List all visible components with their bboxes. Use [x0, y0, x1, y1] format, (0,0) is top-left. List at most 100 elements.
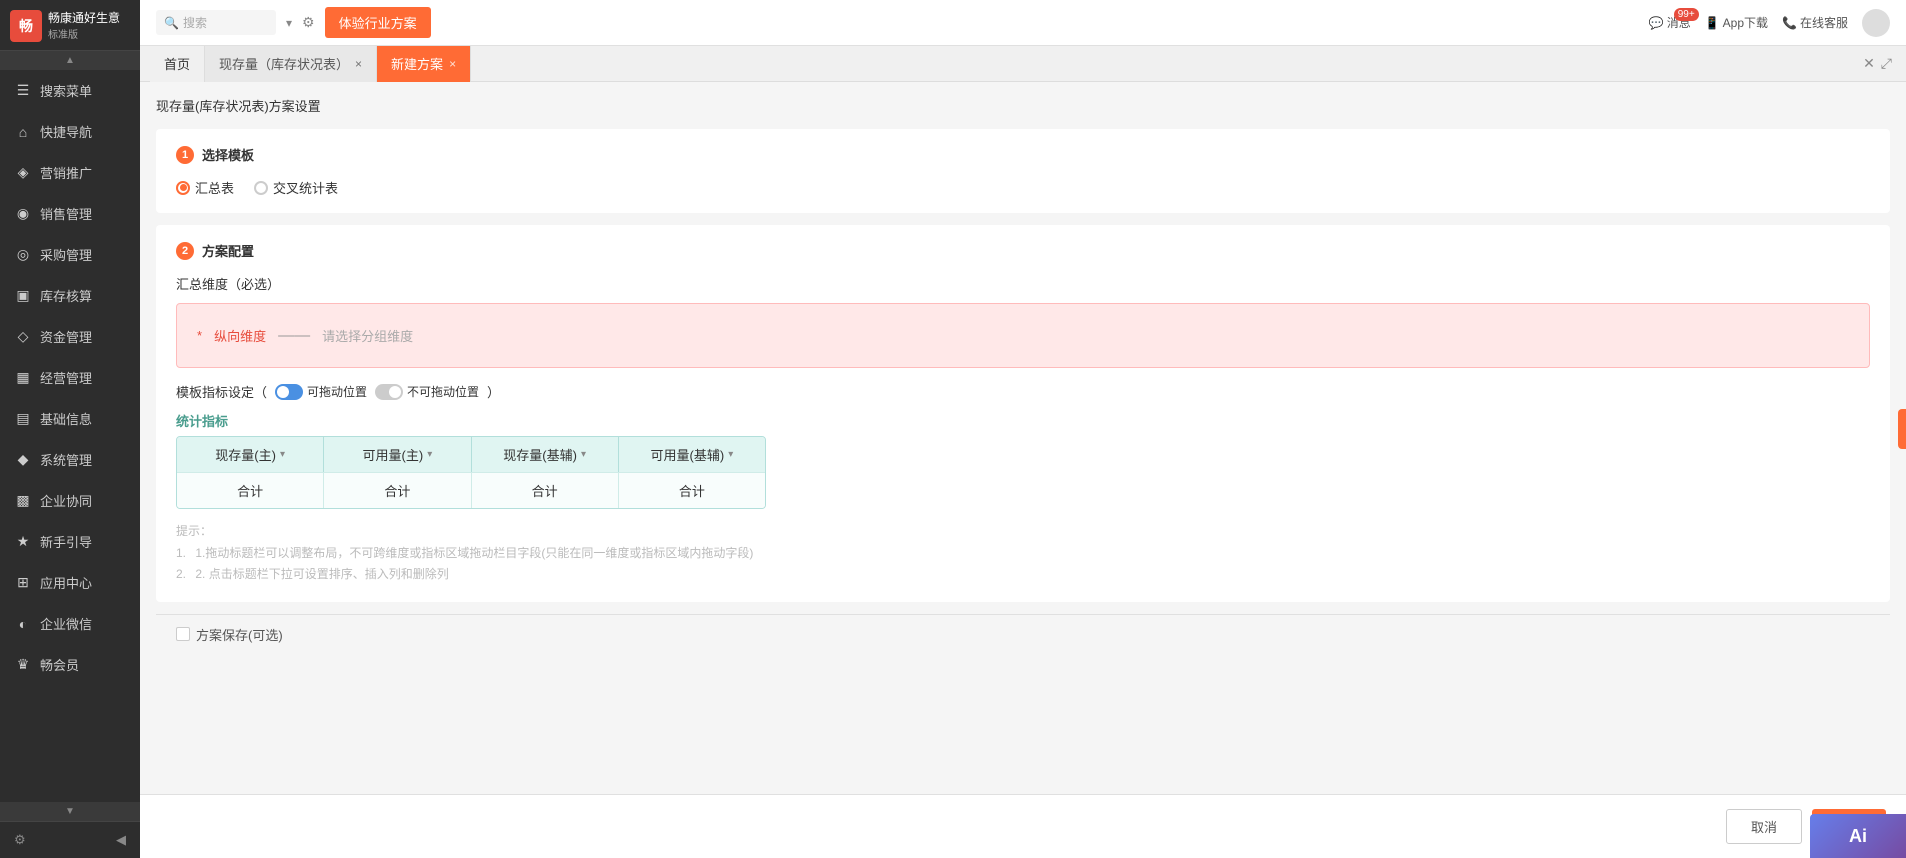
topbar-gear-icon[interactable]: ⚙ [302, 14, 315, 31]
sidebar-item-label: 基础信息 [40, 409, 92, 428]
col-header-0[interactable]: 现存量(主) ▾ [177, 437, 324, 472]
sidebar-item-label: 资金管理 [40, 327, 92, 346]
sidebar-item-label: 库存核算 [40, 286, 92, 305]
tab-home-label: 首页 [164, 54, 190, 73]
settings-icon[interactable]: ⚙ [14, 832, 26, 848]
service-icon: 📞 [1782, 16, 1797, 30]
col-chevron-1: ▾ [427, 449, 432, 460]
topbar-right: 💬 消息 99+ 📱 App下载 📞 在线客服 [1649, 9, 1890, 37]
sidebar-scroll-up[interactable]: ▲ [0, 51, 140, 70]
sidebar-item-member[interactable]: ♛ 畅会员 [0, 644, 140, 685]
dimension-selector-box[interactable]: * 纵向维度 —— 请选择分组维度 [176, 303, 1870, 368]
indicator-setting-label: 模板指标设定（ [176, 382, 267, 401]
section1-number: 1 [176, 146, 194, 164]
sidebar-item-operations[interactable]: ▦ 经营管理 [0, 357, 140, 398]
tab-new-plan-close[interactable]: × [449, 57, 456, 71]
sidebar-scroll-down[interactable]: ▼ [0, 802, 140, 821]
sidebar-item-inventory[interactable]: ▣ 库存核算 [0, 275, 140, 316]
stats-table: 现存量(主) ▾ 可用量(主) ▾ 现存量(基辅) ▾ 可用量(基辅) [176, 436, 766, 509]
download-icon: 📱 [1705, 16, 1720, 30]
sidebar-item-label: 经营管理 [40, 368, 92, 387]
messages-button[interactable]: 💬 消息 99+ [1649, 14, 1691, 31]
sidebar-footer: ⚙ ◀ [0, 821, 140, 858]
expand-window-icon[interactable]: ⤢ [1881, 55, 1892, 72]
sidebar-item-sales[interactable]: ◉ 销售管理 [0, 193, 140, 234]
sidebar-item-system[interactable]: ◆ 系统管理 [0, 439, 140, 480]
hints-section: 提示： 1. 1.拖动标题栏可以调整布局，不可跨维度或指标区域拖动栏目字段(只能… [176, 521, 1870, 586]
col-header-2[interactable]: 现存量(基辅) ▾ [472, 437, 619, 472]
col-label-0: 现存量(主) [215, 445, 276, 464]
industry-plan-button[interactable]: 体验行业方案 [325, 7, 431, 38]
sidebar-item-collab[interactable]: ▩ 企业协同 [0, 480, 140, 521]
sidebar-item-purchase[interactable]: ◎ 采购管理 [0, 234, 140, 275]
toggle-draggable[interactable]: 可拖动位置 [275, 383, 367, 400]
sidebar-item-label: 搜索菜单 [40, 81, 92, 100]
tab-inventory[interactable]: 现存量（库存状况表） × [205, 46, 377, 82]
stats-table-header: 现存量(主) ▾ 可用量(主) ▾ 现存量(基辅) ▾ 可用量(基辅) [177, 437, 765, 472]
messages-badge: 99+ [1674, 8, 1699, 21]
radio-cross-label: 交叉统计表 [273, 178, 338, 197]
indicator-close-paren: ） [487, 382, 500, 401]
sales-icon: ◉ [14, 205, 32, 222]
topbar-dropdown-arrow[interactable]: ▾ [286, 16, 292, 30]
toggle-non-draggable[interactable]: 不可拖动位置 [375, 383, 479, 400]
template-options: 汇总表 交叉统计表 [176, 178, 1870, 197]
hint-2: 2. 2. 点击标题栏下拉可设置排序、插入列和删除列 [176, 564, 1870, 586]
col-label-1: 可用量(主) [363, 445, 424, 464]
app-logo-icon: 畅 [10, 10, 42, 42]
tab-home[interactable]: 首页 [150, 46, 205, 82]
sidebar-logo: 畅 畅康通好生意 标准版 [0, 0, 140, 51]
tab-new-plan[interactable]: 新建方案 × [377, 46, 471, 82]
sidebar-item-search[interactable]: ☰ 搜索菜单 [0, 70, 140, 111]
radio-cross-circle [254, 181, 268, 195]
col-chevron-2: ▾ [581, 449, 586, 460]
tab-inventory-close[interactable]: × [355, 57, 362, 71]
save-checkbox-label[interactable]: 方案保存(可选) [176, 625, 283, 644]
sidebar-item-finance[interactable]: ◇ 资金管理 [0, 316, 140, 357]
sidebar-item-label: 企业微信 [40, 614, 92, 633]
stats-cell-0-3: 合计 [619, 473, 765, 508]
main-area: 🔍 搜索 ▾ ⚙ 体验行业方案 💬 消息 99+ 📱 App下载 📞 在线客服 [140, 0, 1906, 858]
home-icon: ⌂ [14, 124, 32, 140]
summary-dimension-label: 汇总维度（必选） [176, 274, 1870, 293]
save-label: 方案保存(可选) [196, 625, 283, 644]
footer-save-option: 方案保存(可选) [156, 614, 1890, 654]
radio-cross-table[interactable]: 交叉统计表 [254, 178, 338, 197]
radio-summary-table[interactable]: 汇总表 [176, 178, 234, 197]
topbar: 🔍 搜索 ▾ ⚙ 体验行业方案 💬 消息 99+ 📱 App下载 📞 在线客服 [140, 0, 1906, 46]
search-icon: 🔍 [164, 16, 179, 30]
col-label-3: 可用量(基辅) [651, 445, 725, 464]
operations-icon: ▦ [14, 369, 32, 386]
topbar-search-box[interactable]: 🔍 搜索 [156, 10, 276, 35]
search-menu-icon: ☰ [14, 82, 32, 99]
sidebar-item-wechat[interactable]: ◐ 企业微信 [0, 603, 140, 644]
radio-summary-circle [176, 181, 190, 195]
col-chevron-0: ▾ [280, 449, 285, 460]
col-header-1[interactable]: 可用量(主) ▾ [324, 437, 471, 472]
sidebar-item-guide[interactable]: ★ 新手引导 [0, 521, 140, 562]
cancel-button[interactable]: 取消 [1726, 809, 1802, 844]
sidebar-item-quicknav[interactable]: ⌂ 快捷导航 [0, 111, 140, 152]
search-placeholder: 搜索 [183, 14, 207, 31]
sidebar-item-label: 销售管理 [40, 204, 92, 223]
sidebar-item-appcenter[interactable]: ⊞ 应用中心 [0, 562, 140, 603]
sidebar-item-marketing[interactable]: ◈ 营销推广 [0, 152, 140, 193]
col-chevron-3: ▾ [728, 449, 733, 460]
stats-table-row-0: 合计 合计 合计 合计 [177, 472, 765, 508]
dimension-placeholder: 请选择分组维度 [322, 326, 413, 345]
sidebar-item-label: 企业协同 [40, 491, 92, 510]
collapse-icon[interactable]: ◀ [116, 832, 126, 848]
online-service-link[interactable]: 📞 在线客服 [1782, 14, 1848, 31]
right-edge-handle[interactable] [1898, 409, 1906, 449]
ai-fab-label: Ai [1849, 826, 1867, 847]
col-header-3[interactable]: 可用量(基辅) ▾ [619, 437, 765, 472]
ai-fab-button[interactable]: Ai [1810, 814, 1906, 858]
tab-inventory-label: 现存量（库存状况表） [219, 54, 349, 73]
app-download-link[interactable]: 📱 App下载 [1705, 14, 1768, 31]
footer-actions: 取消 查询 [140, 794, 1906, 858]
basics-icon: ▤ [14, 410, 32, 427]
user-avatar[interactable] [1862, 9, 1890, 37]
sidebar-item-basics[interactable]: ▤ 基础信息 [0, 398, 140, 439]
close-window-icon[interactable]: ✕ [1863, 55, 1875, 72]
save-checkbox[interactable] [176, 627, 190, 641]
